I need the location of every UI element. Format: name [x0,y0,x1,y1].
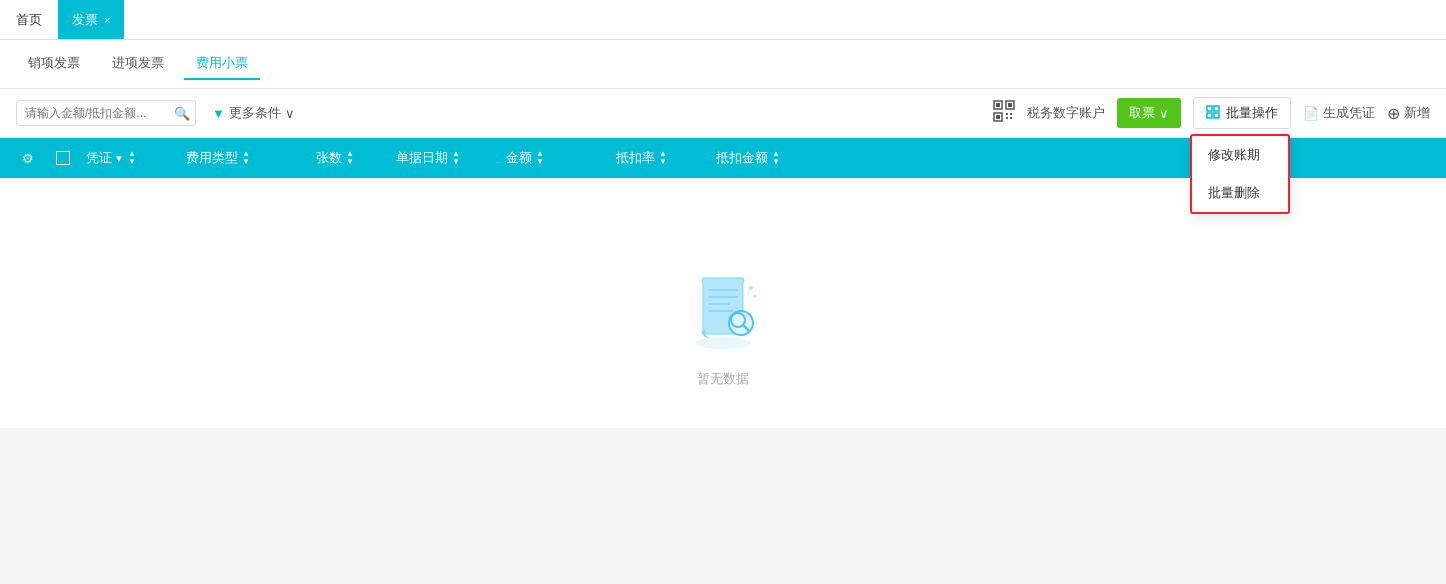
th-deduct-rate: 抵扣率 ▲▼ [608,149,708,167]
filter-arrow: ∨ [285,106,295,121]
tax-account-btn[interactable]: 税务数字账户 [1027,104,1105,122]
svg-rect-13 [1214,113,1219,118]
dropdown-item-batch-delete[interactable]: 批量删除 [1192,174,1288,212]
th-check[interactable] [48,151,78,165]
th-deduct-amount: 抵扣金额 ▲▼ [708,149,1438,167]
filter-btn[interactable]: ▼ 更多条件 ∨ [204,100,303,126]
svg-point-23 [754,295,757,298]
gen-voucher-icon: 📄 [1303,106,1319,121]
add-icon: ⊕ [1387,104,1400,123]
tab-feiyong[interactable]: 费用小票 [184,48,260,80]
th-expense-type: 费用类型 ▲▼ [178,149,308,167]
search-wrap: 🔍 [16,100,196,126]
th-voucher: 凭证 ▼ ▲▼ [78,149,178,167]
invoice-tab-close[interactable]: × [104,14,110,26]
svg-rect-7 [1010,113,1012,115]
th-date-sort[interactable]: ▲▼ [452,150,460,166]
svg-rect-6 [1006,113,1008,115]
empty-text: 暂无数据 [697,370,749,388]
svg-rect-5 [996,115,1000,119]
tab-jinxiang[interactable]: 进项发票 [100,48,176,80]
search-icon[interactable]: 🔍 [174,106,190,121]
invoice-tab[interactable]: 发票 × [58,0,124,39]
filter-icon: ▼ [212,106,225,121]
add-btn[interactable]: ⊕ 新增 [1387,104,1430,123]
th-amount: 金额 ▲▼ [498,149,608,167]
add-label: 新增 [1404,104,1430,122]
batch-ops-icon [1206,105,1222,122]
batch-ops-dropdown: 修改账期 批量删除 [1190,134,1290,214]
svg-rect-3 [1008,103,1012,107]
th-voucher-label: 凭证 [86,149,112,167]
empty-state: 暂无数据 [0,178,1446,428]
th-expense-type-label: 费用类型 [186,149,238,167]
th-deduct-rate-label: 抵扣率 [616,149,655,167]
invoice-tab-label: 发票 [72,11,98,29]
th-expense-type-sort[interactable]: ▲▼ [242,150,250,166]
qr-code-icon[interactable] [993,100,1015,127]
th-count: 张数 ▲▼ [308,149,388,167]
svg-point-22 [749,286,753,290]
empty-illustration [673,258,773,358]
gen-voucher-label: 生成凭证 [1323,104,1375,122]
svg-point-14 [695,337,751,349]
tab-xiaoxiang[interactable]: 销项发票 [16,48,92,80]
th-amount-sort[interactable]: ▲▼ [536,150,544,166]
take-ticket-btn[interactable]: 取票 ∨ [1117,98,1181,128]
th-voucher-filter-icon[interactable]: ▼ [114,153,124,164]
select-all-checkbox[interactable] [56,151,70,165]
take-ticket-label: 取票 [1129,104,1155,122]
th-date: 单据日期 ▲▼ [388,149,498,167]
th-deduct-amount-sort[interactable]: ▲▼ [772,150,780,166]
search-input[interactable] [16,100,196,126]
th-settings[interactable]: ⚙ [8,151,48,166]
th-count-sort[interactable]: ▲▼ [346,150,354,166]
home-nav-item[interactable]: 首页 [0,0,58,39]
batch-ops-label: 批量操作 [1226,104,1278,122]
svg-rect-11 [1214,106,1219,111]
settings-icon[interactable]: ⚙ [22,151,34,166]
svg-point-24 [747,292,749,294]
action-right: 税务数字账户 取票 ∨ 批量操作 修改账期 批量 [993,97,1430,129]
take-ticket-arrow: ∨ [1159,106,1169,121]
action-left: 🔍 ▼ 更多条件 ∨ [16,100,303,126]
svg-rect-8 [1006,117,1008,119]
th-count-label: 张数 [316,149,342,167]
dropdown-item-modify-period[interactable]: 修改账期 [1192,136,1288,174]
svg-rect-10 [1207,106,1212,111]
svg-rect-12 [1207,113,1212,118]
batch-ops-btn[interactable]: 批量操作 修改账期 批量删除 [1193,97,1291,129]
sub-tabs-bar: 销项发票 进项发票 费用小票 [0,40,1446,89]
th-voucher-sort[interactable]: ▲▼ [128,150,136,166]
svg-rect-1 [996,103,1000,107]
th-deduct-rate-sort[interactable]: ▲▼ [659,150,667,166]
th-amount-label: 金额 [506,149,532,167]
action-bar: 🔍 ▼ 更多条件 ∨ [0,89,1446,138]
svg-rect-9 [1010,117,1012,119]
th-deduct-amount-label: 抵扣金额 [716,149,768,167]
filter-label: 更多条件 [229,104,281,122]
th-date-label: 单据日期 [396,149,448,167]
gen-voucher-btn[interactable]: 📄 生成凭证 [1303,104,1375,122]
